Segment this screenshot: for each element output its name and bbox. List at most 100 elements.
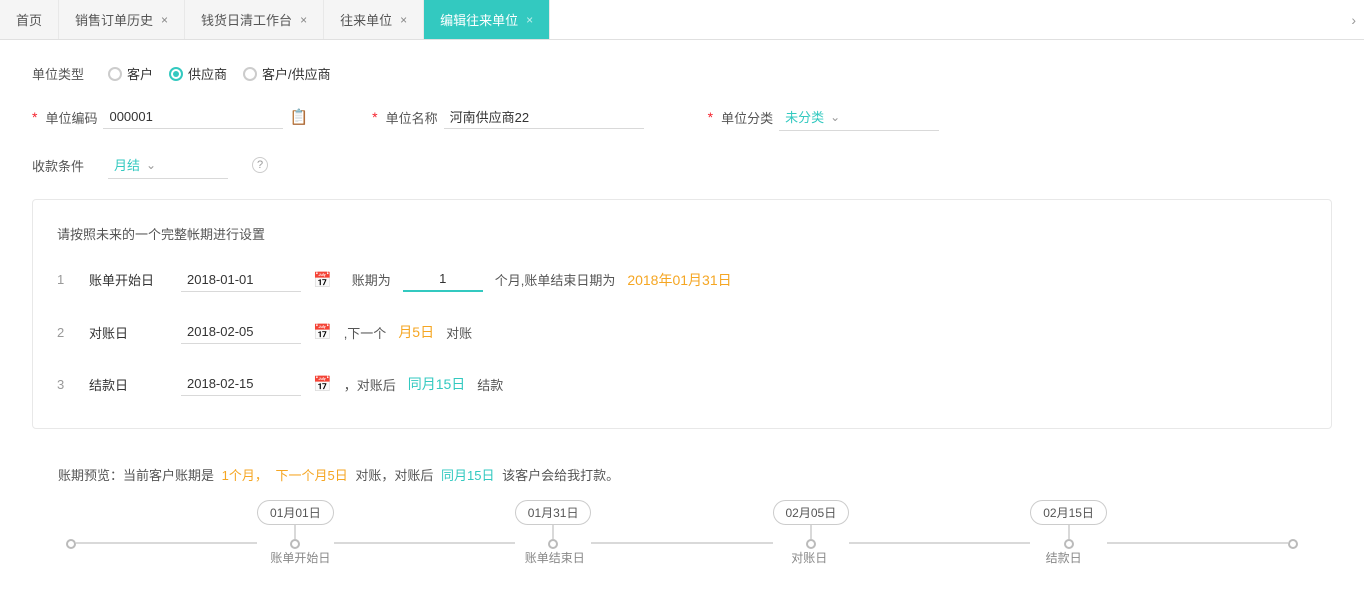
unit-name-label: 单位名称 [386, 108, 438, 127]
tab-home-label: 首页 [16, 10, 42, 29]
unit-code-group: * 单位编码 📋 [32, 105, 308, 129]
row-1-mid-text: 账期为 [352, 270, 391, 289]
row-1-suffix: 个月,账单结束日期为 [495, 270, 616, 289]
radio-customer-circle [108, 67, 122, 81]
unit-name-group: * 单位名称 [372, 105, 643, 129]
tab-cash-work-close[interactable]: × [300, 13, 307, 27]
row-2-calendar-icon[interactable]: 📅 [313, 323, 332, 341]
row-2-num: 2 [57, 325, 77, 340]
radio-supplier[interactable]: 供应商 [169, 64, 227, 83]
row-3-end: 结款 [477, 375, 503, 394]
unit-type-row: 单位类型 客户 供应商 客户/供应商 [32, 64, 1332, 83]
row-1-num: 1 [57, 272, 77, 287]
preview-prefix: 账期预览：当前客户账期是 [58, 468, 214, 483]
row-3-label: 结款日 [89, 375, 169, 394]
payment-value: 月结 [114, 155, 140, 174]
row-2-suffix: ,下一个 [344, 323, 387, 342]
tab-partner-label: 往来单位 [340, 10, 392, 29]
payment-select[interactable]: 月结 ⌄ [108, 151, 228, 179]
radio-both[interactable]: 客户/供应商 [243, 64, 331, 83]
timeline-label-4: 结款日 [1034, 549, 1094, 566]
unit-name-required: * [372, 109, 377, 125]
tab-sales-order[interactable]: 销售订单历史 × [59, 0, 185, 39]
setting-row-1: 1 账单开始日 📅 账期为 个月,账单结束日期为 2018年01月31日 [57, 267, 1307, 292]
unit-class-value: 未分类 [785, 107, 824, 126]
tabs-bar: 首页 销售订单历史 × 钱货日清工作台 × 往来单位 × 编辑往来单位 × › [0, 0, 1364, 40]
timeline-label-text-3: 对账日 [791, 549, 827, 566]
tab-edit-partner-label: 编辑往来单位 [440, 10, 518, 29]
row-2-date-input[interactable] [181, 320, 301, 344]
timeline-bubble-2: 01月31日 [515, 500, 592, 525]
timeline-node-1: 01月01日 [257, 500, 334, 549]
section-box: 请按照未来的一个完整帐期进行设置 1 账单开始日 📅 账期为 个月,账单结束日期… [32, 199, 1332, 429]
row-2-highlight: 月5日 [398, 322, 434, 342]
unit-code-label: 单位编码 [45, 108, 97, 127]
timeline-node-2: 01月31日 [515, 500, 592, 549]
unit-type-label: 单位类型 [32, 64, 84, 83]
row-3-highlight: 同月15日 [408, 374, 466, 394]
payment-chevron: ⌄ [146, 158, 156, 172]
radio-customer-label: 客户 [127, 64, 153, 83]
timeline-section: 01月01日 01月31日 02月05日 [32, 500, 1332, 582]
unit-name-input[interactable] [444, 105, 644, 129]
timeline-label-text-4: 结款日 [1046, 549, 1082, 566]
timeline-label-1: 账单开始日 [270, 549, 330, 566]
row-2-end: 对账 [446, 323, 472, 342]
radio-supplier-circle [169, 67, 183, 81]
preview-suffix: 该客户会给我打款。 [502, 468, 619, 483]
payment-help-icon[interactable]: ? [252, 157, 268, 173]
row-3-date-input[interactable] [181, 372, 301, 396]
unit-info-row: * 单位编码 📋 * 单位名称 * 单位分类 未分类 ⌄ [32, 103, 1332, 131]
tab-home[interactable]: 首页 [0, 0, 59, 39]
radio-customer[interactable]: 客户 [108, 64, 153, 83]
timeline-bubble-4: 02月15日 [1030, 500, 1107, 525]
row-1-label: 账单开始日 [89, 270, 169, 289]
radio-supplier-label: 供应商 [188, 64, 227, 83]
tab-cash-work[interactable]: 钱货日清工作台 × [185, 0, 324, 39]
radio-both-circle [243, 67, 257, 81]
unit-code-required: * [32, 109, 37, 125]
tab-partner[interactable]: 往来单位 × [324, 0, 424, 39]
preview-part2: 下一个月5日 [276, 468, 348, 483]
setting-row-2: 2 对账日 📅 ,下一个 月5日 对账 [57, 320, 1307, 344]
main-content: 单位类型 客户 供应商 客户/供应商 * 单位编码 📋 * 单位名称 [0, 40, 1364, 608]
row-1-highlight: 2018年01月31日 [627, 270, 731, 290]
tab-sales-order-close[interactable]: × [161, 13, 168, 27]
payment-label: 收款条件 [32, 156, 84, 175]
timeline-label-text-2: 账单结束日 [525, 549, 585, 566]
unit-class-required: * [708, 109, 713, 125]
row-1-period-input[interactable] [403, 267, 483, 292]
unit-class-group: * 单位分类 未分类 ⌄ [708, 103, 939, 131]
radio-group: 客户 供应商 客户/供应商 [108, 64, 331, 83]
tabs-arrow[interactable]: › [1343, 0, 1364, 39]
preview-part3: 同月15日 [441, 468, 494, 483]
tab-cash-work-label: 钱货日清工作台 [201, 10, 292, 29]
tab-partner-close[interactable]: × [400, 13, 407, 27]
section-title: 请按照未来的一个完整帐期进行设置 [57, 224, 1307, 243]
timeline-bubble-1: 01月01日 [257, 500, 334, 525]
unit-code-input[interactable] [103, 105, 283, 129]
row-3-calendar-icon[interactable]: 📅 [313, 375, 332, 393]
preview-mid: 对账，对账后 [355, 468, 433, 483]
timeline-label-3: 对账日 [779, 549, 839, 566]
timeline-label-text-1: 账单开始日 [270, 549, 330, 566]
row-3-suffix: ，对账后 [344, 375, 396, 394]
row-3-num: 3 [57, 377, 77, 392]
unit-class-chevron: ⌄ [830, 110, 840, 124]
timeline-label-2: 账单结束日 [525, 549, 585, 566]
preview-part1: 1个月， [222, 468, 268, 483]
timeline-node-3: 02月05日 [773, 500, 850, 549]
row-1-date-input[interactable] [181, 268, 301, 292]
preview-section: 账期预览：当前客户账期是 1个月， 下一个月5日 对账，对账后 同月15日 该客… [32, 449, 1332, 500]
row-2-label: 对账日 [89, 323, 169, 342]
tab-edit-partner[interactable]: 编辑往来单位 × [424, 0, 550, 39]
tab-edit-partner-close[interactable]: × [526, 13, 533, 27]
unit-code-icon[interactable]: 📋 [289, 108, 308, 126]
unit-class-label: 单位分类 [721, 108, 773, 127]
timeline-bubble-3: 02月05日 [773, 500, 850, 525]
unit-class-select[interactable]: 未分类 ⌄ [779, 103, 939, 131]
row-1-calendar-icon[interactable]: 📅 [313, 271, 332, 289]
radio-both-label: 客户/供应商 [262, 64, 331, 83]
timeline-node-4: 02月15日 [1030, 500, 1107, 549]
payment-row: 收款条件 月结 ⌄ ? [32, 151, 1332, 179]
